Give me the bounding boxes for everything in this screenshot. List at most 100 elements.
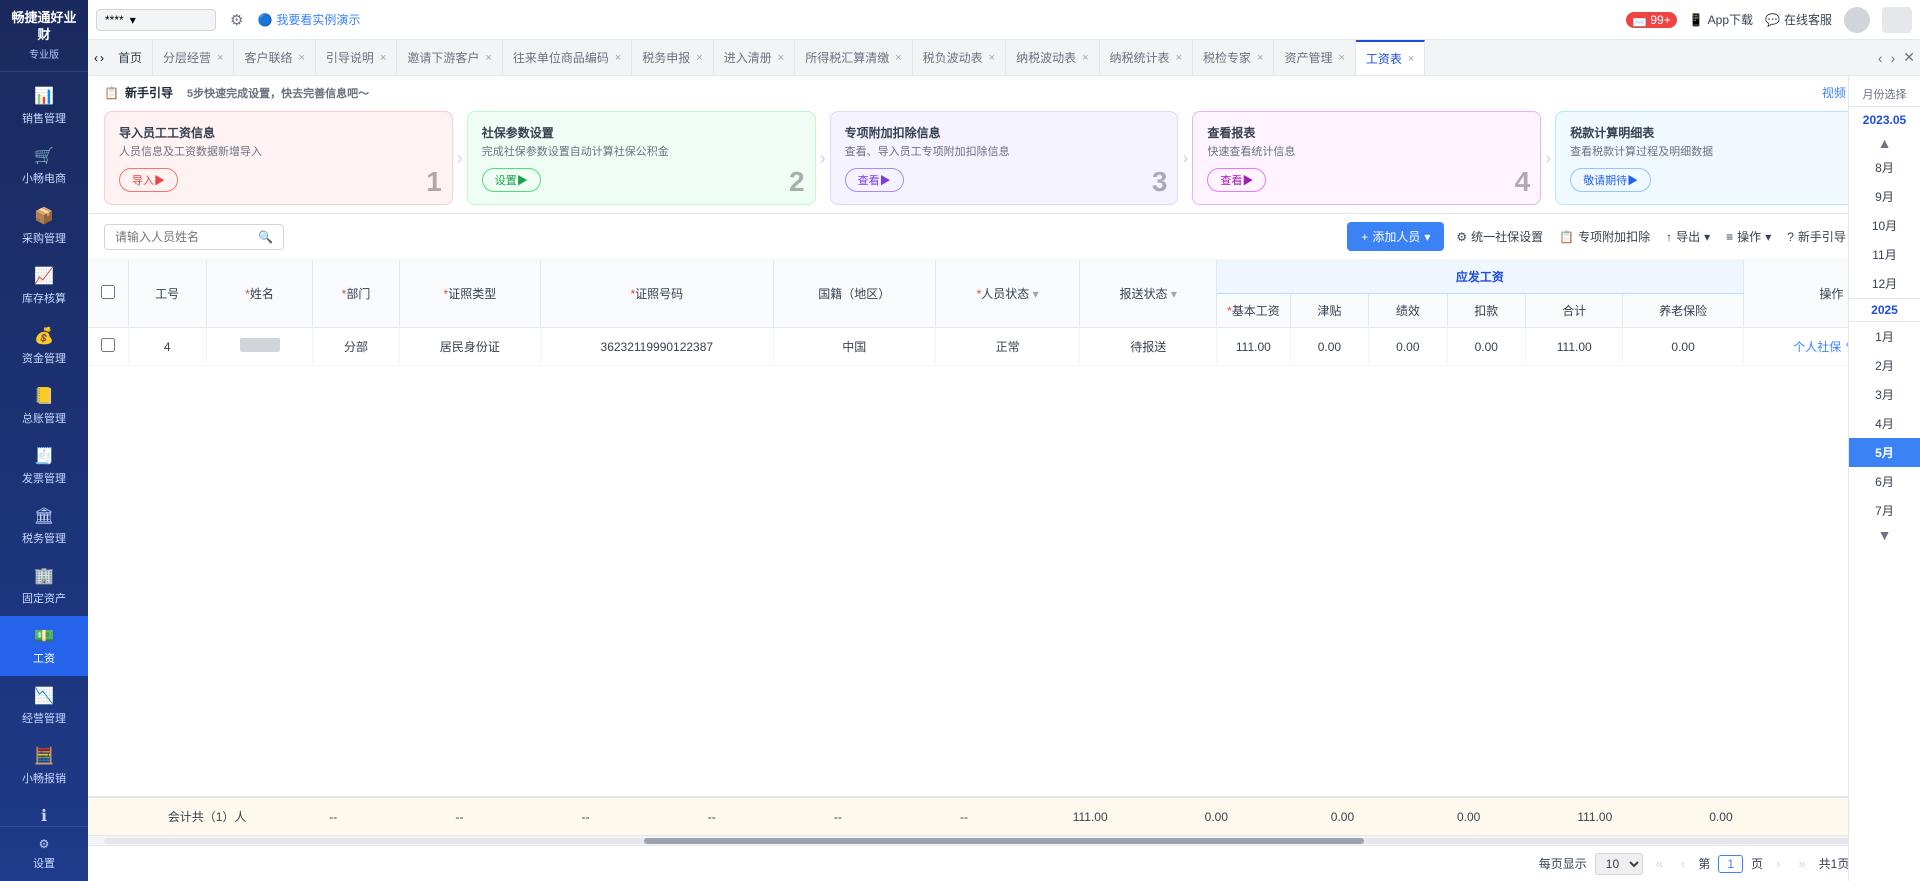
month-item-current-2[interactable]: 3月	[1849, 380, 1920, 409]
tab-close-8[interactable]: ×	[895, 52, 901, 64]
tab-close-12[interactable]: ×	[1257, 52, 1263, 64]
tab-close-11[interactable]: ×	[1176, 52, 1182, 64]
settings-button[interactable]: ⚙	[224, 9, 249, 31]
tab-close-9[interactable]: ×	[989, 52, 995, 64]
month-item-current-4[interactable]: 5月	[1849, 438, 1920, 467]
op-social-btn[interactable]: 个人社保	[1793, 340, 1841, 354]
tab-scroll-left[interactable]: ‹ ›	[90, 51, 108, 65]
tab-close-14[interactable]: ×	[1408, 53, 1414, 65]
month-up-arrow[interactable]: ▲	[1870, 133, 1900, 153]
th-deduction: 扣款	[1447, 294, 1525, 328]
scrollbar-track[interactable]	[104, 838, 1904, 844]
sidebar-settings[interactable]: ⚙ 设置	[0, 826, 88, 881]
step-btn-5[interactable]: 敬请期待▶	[1570, 168, 1651, 192]
tab-5[interactable]: 往来单位商品编码×	[503, 40, 632, 76]
month-item-prev-0[interactable]: 8月	[1849, 153, 1920, 182]
sidebar-item-库存核算[interactable]: 📈库存核算	[0, 256, 88, 316]
month-item-current-0[interactable]: 1月	[1849, 322, 1920, 351]
user-menu[interactable]	[1882, 7, 1912, 33]
last-page-button[interactable]: »	[1793, 854, 1810, 873]
month-item-prev-2[interactable]: 10月	[1849, 211, 1920, 240]
tab-3[interactable]: 引导说明×	[316, 40, 397, 76]
tab-close-4[interactable]: ×	[485, 52, 491, 64]
tab-4[interactable]: 邀请下游客户×	[397, 40, 502, 76]
per-page-select[interactable]: 10 20 50	[1595, 853, 1643, 875]
search-input[interactable]	[115, 230, 252, 244]
sidebar-item-固定资产[interactable]: 🏢固定资产	[0, 556, 88, 616]
sidebar-item-小畅报销[interactable]: 🧮小畅报销	[0, 736, 88, 796]
month-item-prev-3[interactable]: 11月	[1849, 240, 1920, 269]
guide-video-link[interactable]: 视频	[1822, 84, 1846, 101]
tab-close-1[interactable]: ×	[217, 52, 223, 64]
month-item-current-3[interactable]: 4月	[1849, 409, 1920, 438]
add-employee-button[interactable]: + 添加人员 ▾	[1347, 222, 1444, 251]
tab-11[interactable]: 纳税统计表×	[1100, 40, 1193, 76]
sidebar-item-税务管理[interactable]: 🏛税务管理	[0, 496, 88, 556]
tab-prev-arrow[interactable]: ‹	[1875, 50, 1886, 66]
select-all-checkbox[interactable]	[101, 285, 115, 299]
horizontal-scrollbar[interactable]	[88, 835, 1920, 845]
th-number: 工号	[128, 260, 206, 328]
month-item-current-5[interactable]: 6月	[1849, 467, 1920, 496]
tab-close-13[interactable]: ×	[1338, 52, 1344, 64]
sidebar-item-小畅电商[interactable]: 🛒小畅电商	[0, 136, 88, 196]
user-avatar[interactable]	[1844, 7, 1870, 33]
sidebar-item-基础信息[interactable]: ℹ基础信息	[0, 796, 88, 826]
row-checkbox-0[interactable]	[101, 338, 115, 352]
tab-7[interactable]: 进入清册×	[714, 40, 795, 76]
sidebar-item-工资[interactable]: 💵工资	[0, 616, 88, 676]
search-icon[interactable]: 🔍	[258, 230, 273, 244]
month-item-prev-1[interactable]: 9月	[1849, 182, 1920, 211]
month-item-prev-4[interactable]: 12月	[1849, 269, 1920, 298]
tab-2[interactable]: 客户联络×	[234, 40, 315, 76]
tab-0[interactable]: 首页	[108, 40, 153, 76]
sidebar-item-资金管理[interactable]: 💰资金管理	[0, 316, 88, 376]
tab-close-all[interactable]: ✕	[1900, 49, 1918, 66]
special-deduction-action[interactable]: 📋 专项附加扣除	[1555, 223, 1654, 250]
tab-next-arrow[interactable]: ›	[1888, 50, 1899, 66]
tab-close-7[interactable]: ×	[778, 52, 784, 64]
tab-close-3[interactable]: ×	[380, 52, 386, 64]
operation-action[interactable]: ≡ 操作 ▾	[1722, 223, 1775, 250]
month-item-current-6[interactable]: 7月	[1849, 496, 1920, 525]
notification-button[interactable]: 📩 99+	[1626, 12, 1676, 28]
online-service-button[interactable]: 💬 在线客服	[1765, 11, 1832, 28]
sidebar-item-采购管理[interactable]: 📦采购管理	[0, 196, 88, 256]
app-download-button[interactable]: 📱 App下载	[1689, 11, 1753, 28]
month-down-arrow[interactable]: ▼	[1870, 525, 1900, 545]
tab-13[interactable]: 资产管理×	[1274, 40, 1355, 76]
step-btn-2[interactable]: 设置▶	[482, 168, 541, 192]
step-btn-4[interactable]: 查看▶	[1207, 168, 1266, 192]
company-selector[interactable]: **** ▾	[96, 9, 216, 31]
tab-10[interactable]: 纳税波动表×	[1006, 40, 1099, 76]
tab-close-6[interactable]: ×	[696, 52, 702, 64]
tab-8[interactable]: 所得税汇算清缴×	[795, 40, 912, 76]
tab-close-2[interactable]: ×	[298, 52, 304, 64]
sidebar-item-发票管理[interactable]: 🧾发票管理	[0, 436, 88, 496]
scrollbar-thumb[interactable]	[644, 838, 1364, 844]
tab-12[interactable]: 税检专家×	[1193, 40, 1274, 76]
cell-name	[240, 338, 280, 352]
step-desc-3: 查看、导入员工专项附加扣除信息	[845, 145, 1164, 160]
month-item-current-1[interactable]: 2月	[1849, 351, 1920, 380]
step-btn-3[interactable]: 查看▶	[845, 168, 904, 192]
sidebar-item-销售管理[interactable]: 📊销售管理	[0, 76, 88, 136]
guide-action[interactable]: ? 新手引导	[1783, 223, 1850, 250]
chevron-left-icon[interactable]: ‹	[94, 51, 98, 65]
tab-1[interactable]: 分层经营×	[153, 40, 234, 76]
sidebar-item-经营管理[interactable]: 📉经营管理	[0, 676, 88, 736]
chevron-right-icon[interactable]: ›	[100, 51, 104, 65]
social-security-action[interactable]: ⚙ 统一社保设置	[1452, 223, 1547, 250]
first-page-button[interactable]: «	[1651, 854, 1668, 873]
next-page-button[interactable]: ›	[1771, 854, 1785, 873]
export-action[interactable]: ↑ 导出 ▾	[1662, 223, 1714, 250]
tab-close-5[interactable]: ×	[615, 52, 621, 64]
prev-page-button[interactable]: ‹	[1676, 854, 1690, 873]
tab-9[interactable]: 税负波动表×	[913, 40, 1006, 76]
tab-14[interactable]: 工资表×	[1356, 40, 1425, 76]
tab-6[interactable]: 税务申报×	[632, 40, 713, 76]
step-btn-1[interactable]: 导入▶	[119, 168, 178, 192]
tab-close-10[interactable]: ×	[1082, 52, 1088, 64]
demo-button[interactable]: 🔵 我要看实例演示	[257, 11, 360, 28]
sidebar-item-总账管理[interactable]: 📒总账管理	[0, 376, 88, 436]
